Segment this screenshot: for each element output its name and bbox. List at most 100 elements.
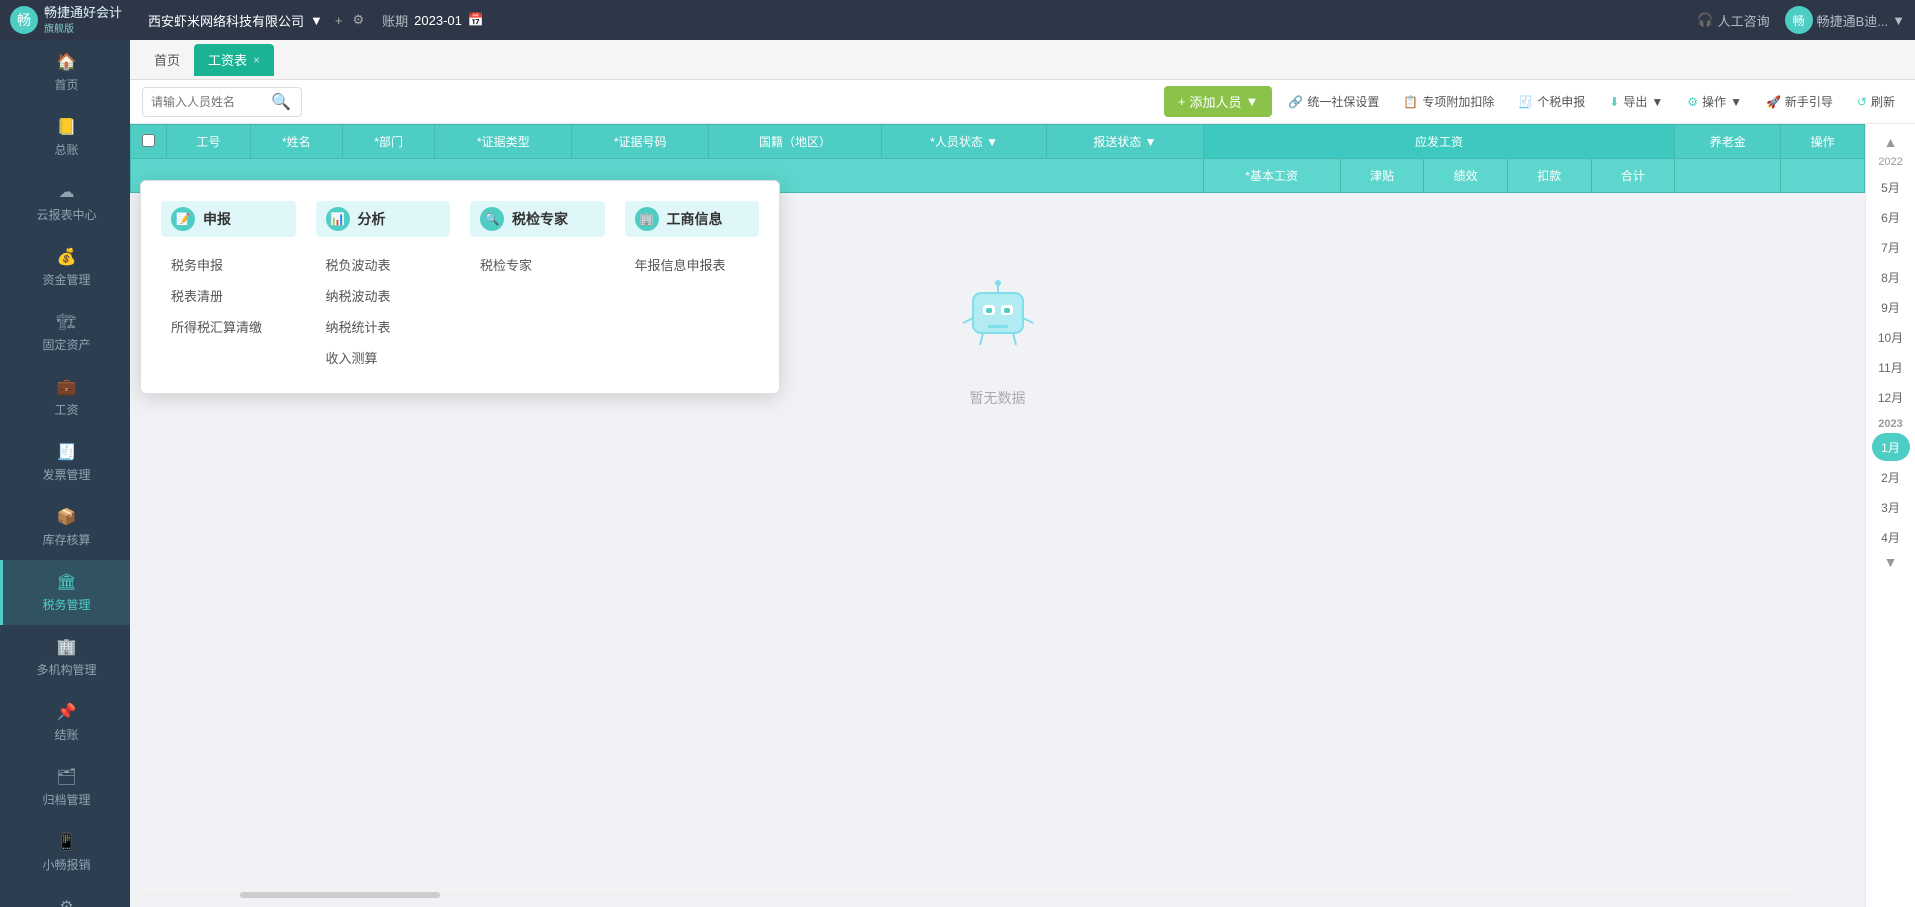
sidebar-item-tax[interactable]: 🏛 税务管理 <box>0 560 130 625</box>
item-tax-form[interactable]: 税表清册 <box>171 284 286 307</box>
cal-month-2022-8[interactable]: 8月 <box>1872 263 1910 291</box>
calendar-panel: ▲ 2022 5月 6月 7月 8月 9月 10月 11月 12月 2023 1… <box>1865 124 1915 907</box>
sidebar-icon-settings: ⚙ <box>59 897 73 907</box>
support-button[interactable]: 🎧 人工咨询 <box>1697 11 1769 30</box>
search-input[interactable] <box>151 95 271 109</box>
item-tax-expert[interactable]: 税检专家 <box>480 253 595 276</box>
cal-month-2022-7[interactable]: 7月 <box>1872 233 1910 261</box>
sidebar-item-xiaochang[interactable]: 📱 小畅报销 <box>0 820 130 885</box>
sidebar-icon-home: 🏠 <box>57 52 77 72</box>
business-items: 年报信息申报表 <box>625 249 760 280</box>
th-pension: 养老金 <box>1675 125 1781 159</box>
guide-button[interactable]: 🚀 新手引导 <box>1758 89 1841 114</box>
th-id: 工号 <box>167 125 251 159</box>
search-box[interactable]: 🔍 <box>142 87 302 117</box>
item-tax-wave[interactable]: 纳税波动表 <box>326 284 441 307</box>
report-items: 税务申报 税表清册 所得税汇算清缴 <box>161 249 296 342</box>
sidebar-item-multi[interactable]: 🏢 多机构管理 <box>0 625 130 690</box>
section-analysis-header: 📊 分析 <box>316 201 451 237</box>
item-tax-declare[interactable]: 税务申报 <box>171 253 286 276</box>
item-tax-settle[interactable]: 所得税汇算清缴 <box>171 315 286 338</box>
item-annual-report[interactable]: 年报信息申报表 <box>635 253 750 276</box>
cal-month-2022-5[interactable]: 5月 <box>1872 173 1910 201</box>
analysis-icon: 📊 <box>326 207 350 231</box>
cal-month-2022-6[interactable]: 6月 <box>1872 203 1910 231</box>
cal-month-2023-1[interactable]: 1月 <box>1872 433 1910 461</box>
deduction-icon: 📋 <box>1403 95 1418 109</box>
company-selector[interactable]: 西安虾米网络科技有限公司 ▼ + ⚙ <box>140 7 372 34</box>
cal-month-2023-3[interactable]: 3月 <box>1872 493 1910 521</box>
add-label: 添加人员 <box>1190 92 1242 111</box>
section-expert-header: 🔍 税检专家 <box>470 201 605 237</box>
headset-icon: 🎧 <box>1697 12 1713 28</box>
tab-bar: 首页 工资表 × <box>130 40 1915 80</box>
tab-close-icon[interactable]: × <box>253 53 260 67</box>
th-allowance: 津贴 <box>1340 159 1424 193</box>
add-dropdown-icon: ▼ <box>1246 94 1259 109</box>
item-tax-stats[interactable]: 纳税统计表 <box>326 315 441 338</box>
sidebar-item-archive[interactable]: 🗂 归档管理 <box>0 755 130 820</box>
sidebar-icon-ledger: 📒 <box>57 117 77 137</box>
scrollbar-thumb[interactable] <box>240 892 440 898</box>
refresh-button[interactable]: ↺ 刷新 <box>1849 89 1903 114</box>
refresh-icon: ↺ <box>1857 95 1867 109</box>
export-button[interactable]: ⬇ 导出 ▼ <box>1601 89 1671 114</box>
social-label: 统一社保设置 <box>1307 93 1379 110</box>
item-income-calc[interactable]: 收入测算 <box>326 346 441 369</box>
table-header-row-1: 工号 *姓名 *部门 *证据类型 *证据号码 国籍（地区） *人员状态 ▼ 报送… <box>131 125 1865 159</box>
top-bar-right: 🎧 人工咨询 畅 畅捷通B迪... ▼ <box>1697 6 1905 34</box>
cal-month-2022-10[interactable]: 10月 <box>1872 323 1910 351</box>
social-insurance-button[interactable]: 🔗 统一社保设置 <box>1280 89 1387 114</box>
company-settings-icon[interactable]: ⚙ <box>352 12 364 28</box>
tab-salary[interactable]: 工资表 × <box>194 44 274 76</box>
special-deduction-button[interactable]: 📋 专项附加扣除 <box>1395 89 1502 114</box>
tab-home[interactable]: 首页 <box>140 44 194 76</box>
sidebar-icon-xiaochang: 📱 <box>57 832 77 852</box>
calendar-icon[interactable]: 📅 <box>468 12 484 28</box>
guide-icon: 🚀 <box>1766 95 1781 109</box>
sidebar-item-salary[interactable]: 💼 工资 <box>0 365 130 430</box>
sidebar-item-home[interactable]: 🏠 首页 <box>0 40 130 105</box>
company-name: 西安虾米网络科技有限公司 <box>148 11 304 30</box>
th-id-num: *证据号码 <box>572 125 709 159</box>
cal-month-2022-9[interactable]: 9月 <box>1872 293 1910 321</box>
sidebar-icon-inventory: 📦 <box>57 507 77 527</box>
sidebar-item-settings[interactable]: ⚙ 基础设置 <box>0 885 130 907</box>
user-avatar: 畅 <box>1785 6 1813 34</box>
horizontal-scrollbar[interactable] <box>130 891 1805 899</box>
user-profile[interactable]: 畅 畅捷通B迪... ▼ <box>1785 6 1905 34</box>
cal-month-2022-11[interactable]: 11月 <box>1872 353 1910 381</box>
cal-month-2023-4[interactable]: 4月 <box>1872 523 1910 551</box>
select-all-checkbox[interactable] <box>142 134 155 147</box>
sidebar-icon-salary: 💼 <box>57 377 77 397</box>
sidebar-item-inventory[interactable]: 📦 库存核算 <box>0 495 130 560</box>
period-selector[interactable]: 账期 2023-01 📅 <box>382 11 484 30</box>
cal-month-2022-12[interactable]: 12月 <box>1872 383 1910 411</box>
cal-nav-up[interactable]: ▲ <box>1876 132 1906 152</box>
th-checkbox[interactable] <box>131 125 167 159</box>
sidebar-item-settle[interactable]: 📌 结账 <box>0 690 130 755</box>
cal-nav-down[interactable]: ▼ <box>1876 552 1906 572</box>
cal-month-2023-2[interactable]: 2月 <box>1872 463 1910 491</box>
section-business: 🏢 工商信息 年报信息申报表 <box>625 201 760 373</box>
sidebar-item-cloud[interactable]: ☁ 云报表中心 <box>0 170 130 235</box>
salary-tab-label: 工资表 <box>208 50 247 69</box>
user-dropdown-icon: ▼ <box>1892 13 1905 28</box>
sidebar-icon-invoice: 🧾 <box>57 442 77 462</box>
sidebar-item-assets[interactable]: 🏗 固定资产 <box>0 300 130 365</box>
sidebar-item-invoice[interactable]: 🧾 发票管理 <box>0 430 130 495</box>
sidebar-label-xiaochang: 小畅报销 <box>42 856 90 873</box>
operations-button[interactable]: ⚙ 操作 ▼ <box>1679 89 1750 114</box>
add-company-icon[interactable]: + <box>335 13 343 28</box>
th-performance: 绩效 <box>1424 159 1508 193</box>
item-tax-burden[interactable]: 税负波动表 <box>326 253 441 276</box>
sidebar-item-ledger[interactable]: 📒 总账 <box>0 105 130 170</box>
scrollbar-track <box>140 892 1795 898</box>
th-name: *姓名 <box>250 125 342 159</box>
sidebar-item-funds[interactable]: 💰 资金管理 <box>0 235 130 300</box>
add-person-button[interactable]: + 添加人员 ▼ <box>1164 86 1272 117</box>
tax-report-button[interactable]: 🧾 个税申报 <box>1510 89 1593 114</box>
search-icon: 🔍 <box>271 92 291 112</box>
section-business-title: 工商信息 <box>667 209 723 229</box>
sidebar-label-settle: 结账 <box>54 726 78 743</box>
